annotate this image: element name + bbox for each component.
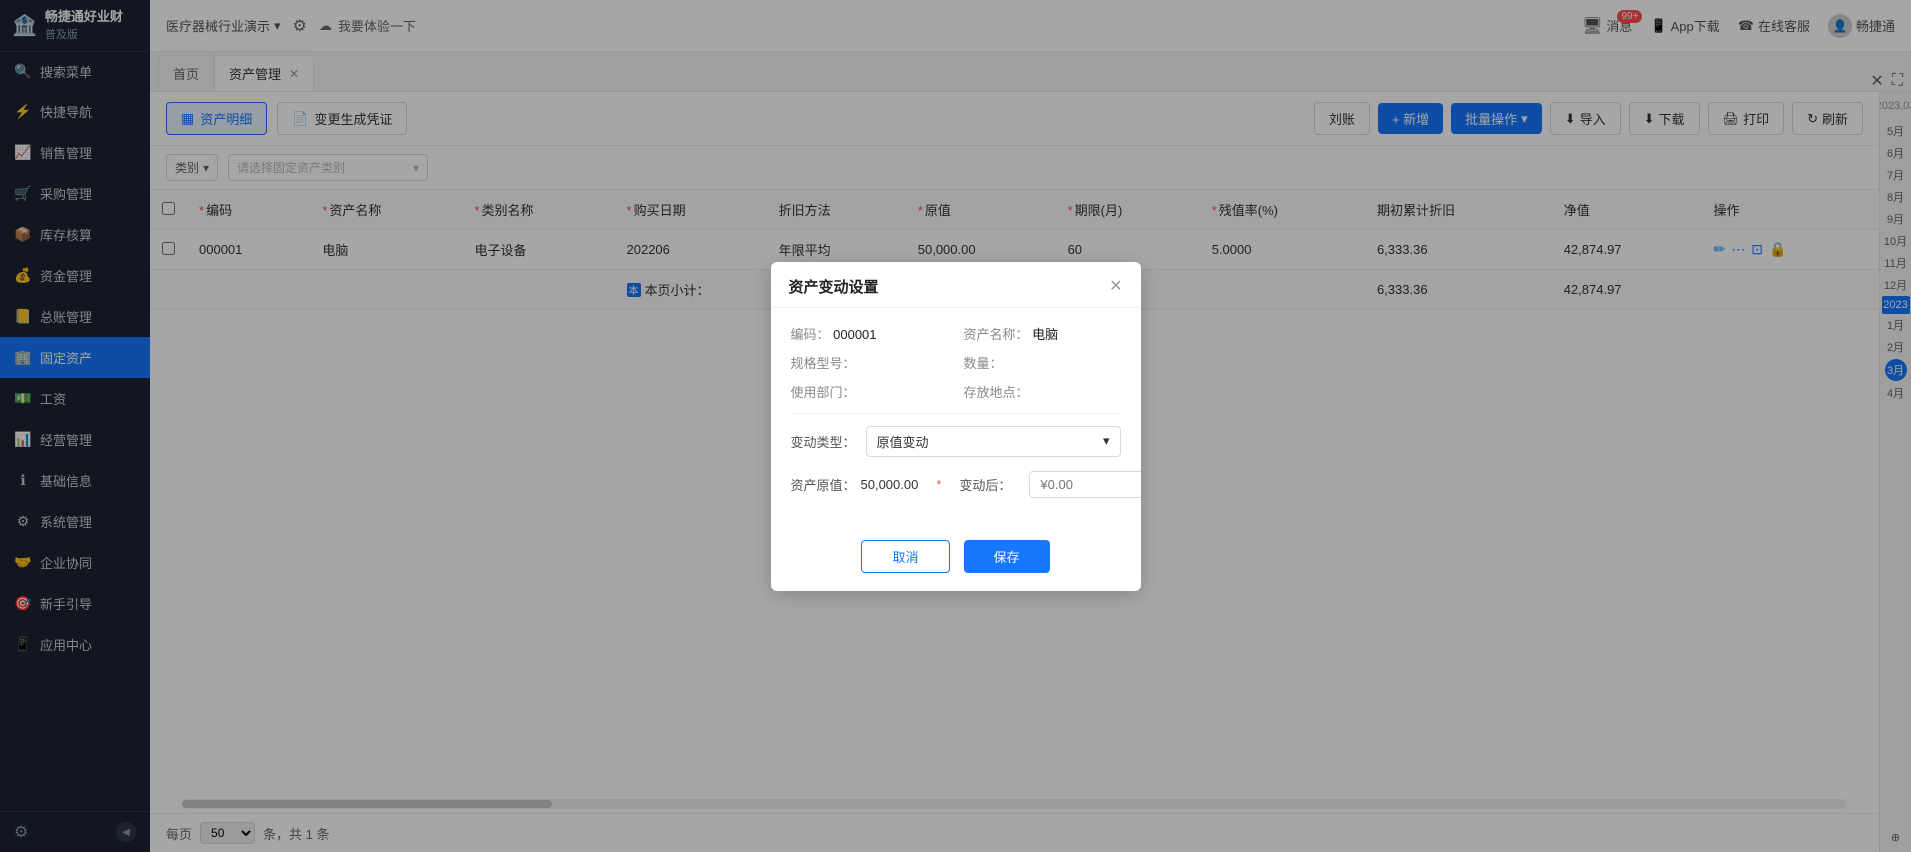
modal-divider [791,413,1121,414]
save-button[interactable]: 保存 [964,540,1050,573]
modal-qty-item: 数量： [964,353,1121,372]
modal-title: 资产变动设置 [789,276,879,297]
modal-name-item: 资产名称： 电脑 [964,324,1121,343]
original-value-value: 50,000.00 [861,477,919,492]
required-star-icon: * [936,477,941,492]
modal-spec-item: 规格型号： [791,353,948,372]
change-type-select[interactable]: 原值变动 ▾ [866,426,1121,457]
change-type-label: 变动类型： [791,432,856,451]
modal-storage-label: 存放地点： [964,385,1029,400]
modal-info-grid: 编码： 000001 资产名称： 电脑 规格型号： 数量： 使用部门： [791,324,1121,401]
asset-change-modal: 资产变动设置 ✕ 编码： 000001 资产名称： 电脑 规格型号： 数量： [771,262,1141,591]
modal-dept-label: 使用部门： [791,385,856,400]
modal-name-label: 资产名称： [964,327,1029,342]
modal-footer: 取消 保存 [771,528,1141,591]
modal-code-value: 000001 [833,327,876,342]
cancel-label: 取消 [892,550,918,565]
change-type-value: 原值变动 [877,432,929,451]
modal-dept-item: 使用部门： [791,382,948,401]
modal-spec-label: 规格型号： [791,356,856,371]
modal-code-label: 编码： [791,327,830,342]
modal-qty-label: 数量： [964,356,1003,371]
modal-code-item: 编码： 000001 [791,324,948,343]
after-change-input[interactable] [1029,471,1140,498]
modal-overlay: 资产变动设置 ✕ 编码： 000001 资产名称： 电脑 规格型号： 数量： [0,0,1911,852]
modal-header: 资产变动设置 ✕ [771,262,1141,308]
modal-body: 编码： 000001 资产名称： 电脑 规格型号： 数量： 使用部门： [771,308,1141,528]
modal-storage-item: 存放地点： [964,382,1121,401]
save-label: 保存 [994,550,1020,565]
change-type-field: 变动类型： 原值变动 ▾ [791,426,1121,457]
cancel-button[interactable]: 取消 [861,540,949,573]
modal-close-btn[interactable]: ✕ [1109,276,1122,296]
change-type-dropdown-icon: ▾ [1103,433,1110,449]
after-change-label: 变动后： [959,475,1019,494]
original-value-label: 资产原值： [791,475,851,494]
modal-name-value: 电脑 [1032,327,1058,342]
original-value-field: 资产原值： 50,000.00 * 变动后： [791,471,1121,498]
